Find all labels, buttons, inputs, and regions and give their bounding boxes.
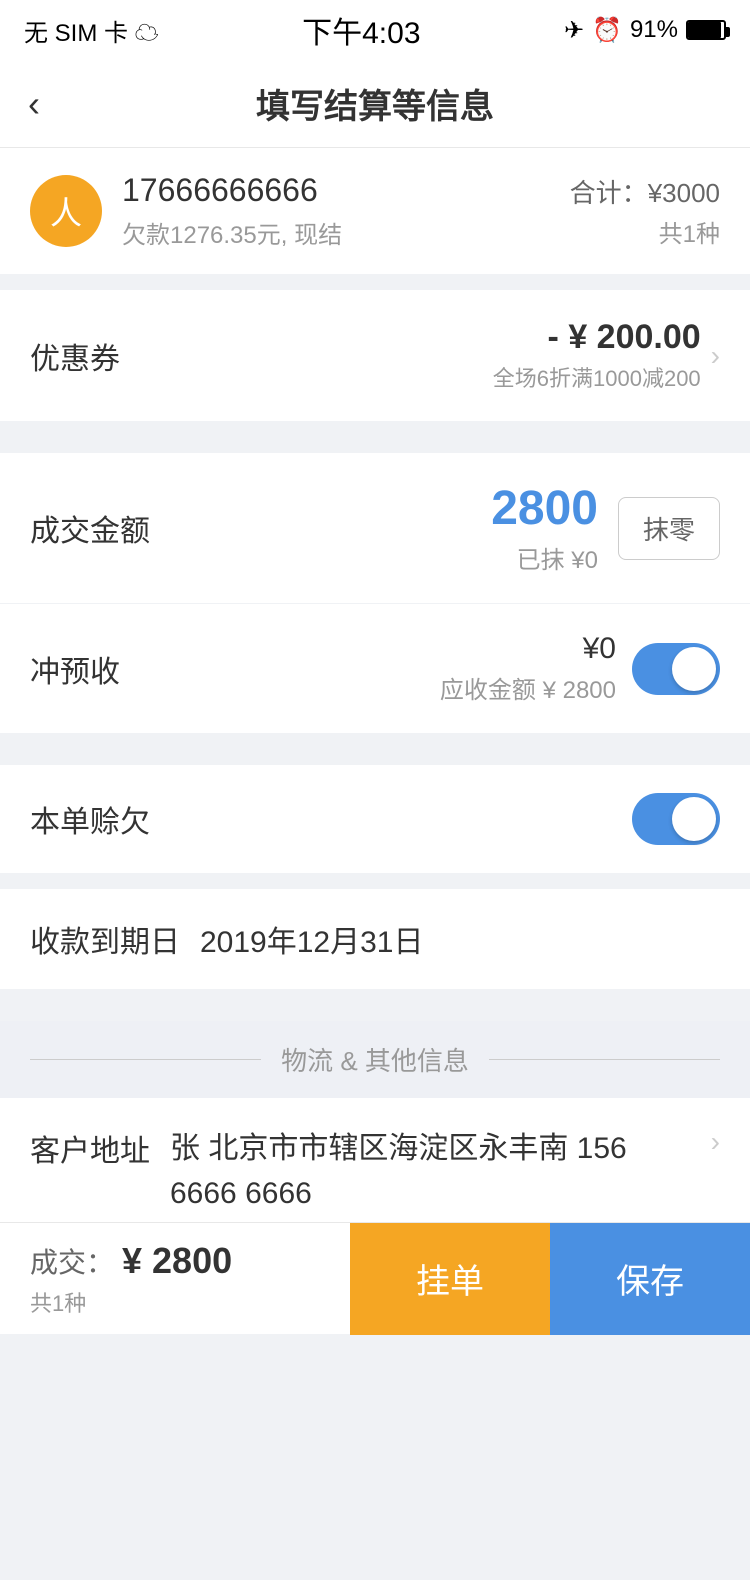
battery-percent: 91% bbox=[630, 16, 678, 44]
amount-right: 2800 已抹 ¥0 抹零 bbox=[491, 481, 720, 575]
total-count: 共1种 bbox=[570, 214, 720, 249]
section-divider-1 bbox=[0, 437, 750, 453]
page-title: 填写结算等信息 bbox=[256, 79, 494, 128]
logistics-header: 物流 & 其他信息 bbox=[0, 1021, 750, 1098]
coupon-desc: 全场6折满1000减200 bbox=[493, 361, 701, 393]
bottom-summary: 成交： ¥ 2800 共1种 bbox=[0, 1240, 350, 1318]
toggle-knob bbox=[672, 647, 716, 691]
chevron-right-address-icon: › bbox=[711, 1126, 720, 1158]
total-label: 合计：¥3000 bbox=[570, 173, 720, 210]
prepay-row: 冲预收 ¥0 应收金额 ¥ 2800 bbox=[0, 604, 750, 733]
customer-card: 人 17666666666 欠款1276.35元, 现结 合计：¥3000 共1… bbox=[0, 148, 750, 274]
coupon-label: 优惠券 bbox=[30, 334, 120, 378]
customer-left: 人 17666666666 欠款1276.35元, 现结 bbox=[30, 172, 342, 250]
prepay-right: ¥0 应收金额 ¥ 2800 bbox=[440, 632, 720, 705]
round-zero-button[interactable]: 抹零 bbox=[618, 497, 720, 560]
battery-icon bbox=[686, 20, 726, 40]
coupon-discount: - ¥ 200.00 bbox=[493, 318, 701, 357]
status-left: 无 SIM 卡 ☁ bbox=[24, 13, 159, 48]
payment-date-row: 收款到期日 2019年12月31日 bbox=[0, 889, 750, 989]
date-value: 2019年12月31日 bbox=[200, 917, 423, 961]
bottom-bar: 成交： ¥ 2800 共1种 挂单 保存 bbox=[0, 1222, 750, 1334]
logistics-title: 物流 & 其他信息 bbox=[281, 1041, 469, 1078]
credit-toggle[interactable] bbox=[632, 793, 720, 845]
prepay-toggle[interactable] bbox=[632, 643, 720, 695]
customer-debt: 欠款1276.35元, 现结 bbox=[122, 215, 342, 250]
date-label: 收款到期日 bbox=[30, 917, 180, 961]
coupon-right: - ¥ 200.00 全场6折满1000减200 › bbox=[493, 318, 720, 393]
amount-row: 成交金额 2800 已抹 ¥0 抹零 bbox=[0, 453, 750, 604]
prepay-label: 冲预收 bbox=[30, 647, 120, 691]
customer-phone: 17666666666 bbox=[122, 172, 342, 209]
section-divider-2 bbox=[0, 749, 750, 765]
bottom-deal: 成交： ¥ 2800 bbox=[30, 1240, 320, 1282]
status-right: ✈ ⏰ 91% bbox=[564, 16, 726, 45]
alarm-icon: ⏰ bbox=[592, 16, 622, 45]
status-time: 下午4:03 bbox=[302, 8, 420, 52]
avatar: 人 bbox=[30, 175, 102, 247]
bottom-deal-amount: ¥ 2800 bbox=[122, 1240, 232, 1282]
coupon-right-text: - ¥ 200.00 全场6折满1000减200 bbox=[493, 318, 701, 393]
address-chevron: › bbox=[711, 1126, 720, 1158]
prepay-amount: ¥0 bbox=[440, 632, 616, 666]
prepay-sub: 应收金额 ¥ 2800 bbox=[440, 670, 616, 705]
credit-label: 本单赊欠 bbox=[30, 797, 150, 841]
amount-label: 成交金额 bbox=[30, 506, 150, 550]
amount-sub: 已抹 ¥0 bbox=[491, 540, 598, 575]
status-bar: 无 SIM 卡 ☁ 下午4:03 ✈ ⏰ 91% bbox=[0, 0, 750, 60]
amount-right-text: 2800 已抹 ¥0 bbox=[491, 481, 598, 575]
bottom-count: 共1种 bbox=[30, 1286, 320, 1318]
credit-toggle-knob bbox=[672, 797, 716, 841]
main-content: 人 17666666666 欠款1276.35元, 现结 合计：¥3000 共1… bbox=[0, 148, 750, 1580]
prepay-value-text: ¥0 应收金额 ¥ 2800 bbox=[440, 632, 616, 705]
save-button[interactable]: 保存 bbox=[550, 1223, 750, 1335]
amount-value: 2800 bbox=[491, 481, 598, 536]
customer-info: 17666666666 欠款1276.35元, 现结 bbox=[122, 172, 342, 250]
address-label: 客户地址 bbox=[30, 1126, 150, 1170]
back-button[interactable]: ‹ bbox=[28, 83, 40, 125]
sim-label: 无 SIM 卡 ☁ bbox=[24, 13, 159, 48]
hold-button[interactable]: 挂单 bbox=[350, 1223, 550, 1335]
address-value: 张 北京市市辖区海淀区永丰南 156 6666 6666 bbox=[170, 1126, 691, 1216]
customer-right: 合计：¥3000 共1种 bbox=[570, 173, 720, 249]
bottom-deal-label: 成交： bbox=[30, 1241, 114, 1281]
credit-row: 本单赊欠 bbox=[0, 765, 750, 873]
chevron-right-icon: › bbox=[711, 340, 720, 372]
location-icon: ✈ bbox=[564, 16, 584, 45]
section-divider-3 bbox=[0, 1005, 750, 1021]
amount-section: 成交金额 2800 已抹 ¥0 抹零 冲预收 ¥0 应收金额 ¥ 2800 bbox=[0, 453, 750, 733]
page-header: ‹ 填写结算等信息 bbox=[0, 60, 750, 148]
coupon-row[interactable]: 优惠券 - ¥ 200.00 全场6折满1000减200 › bbox=[0, 290, 750, 421]
